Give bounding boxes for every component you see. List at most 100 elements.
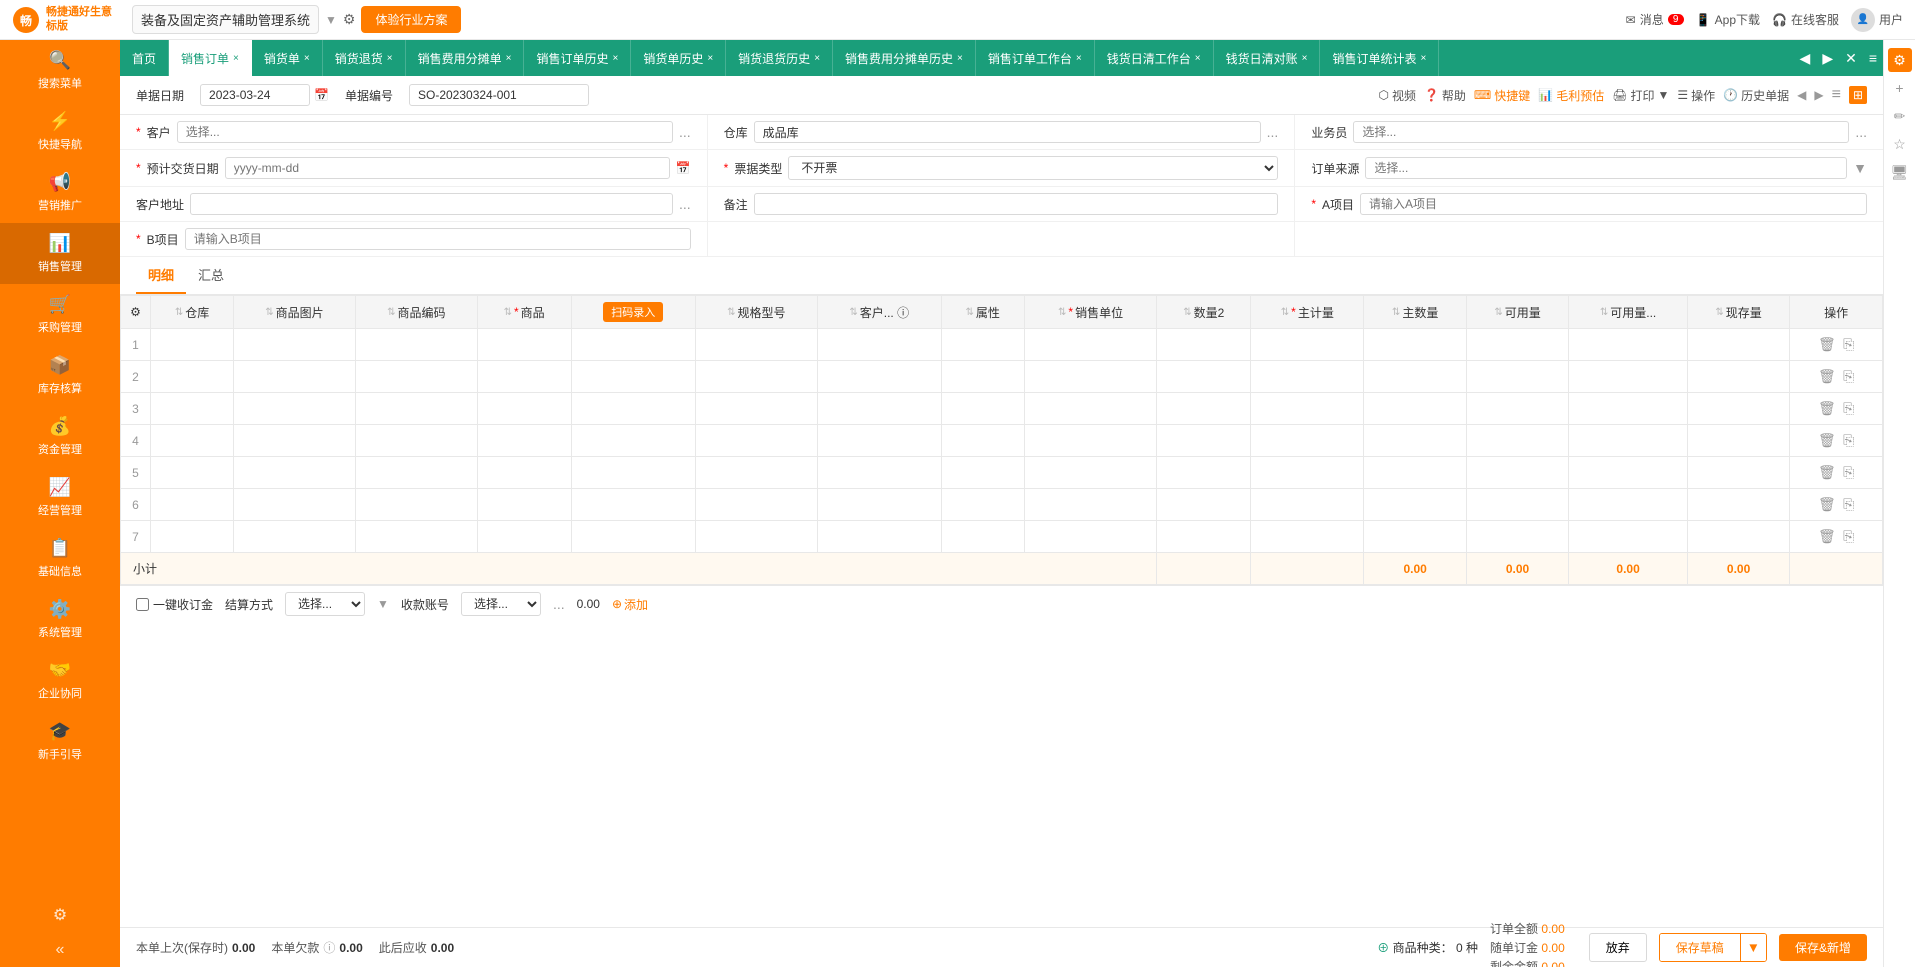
tab-close-icon[interactable]: ×	[506, 53, 512, 64]
help-btn[interactable]: ❓ 帮助	[1424, 87, 1466, 104]
delivery-calendar-icon[interactable]: 📅	[676, 161, 691, 175]
tab-sales-stats[interactable]: 销售订单统计表 ×	[1320, 40, 1439, 76]
col-warehouse[interactable]: ⇅ 仓库	[151, 296, 234, 329]
tab-close-icon[interactable]: ×	[387, 53, 393, 64]
app-download-btn[interactable]: 📱 App下载	[1696, 11, 1760, 28]
tab-close-icon[interactable]: ×	[814, 53, 820, 64]
tab-close-icon[interactable]: ×	[233, 53, 239, 64]
tab-sales-workbench[interactable]: 销售订单工作台 ×	[976, 40, 1095, 76]
col-available[interactable]: ⇅ 可用量	[1466, 296, 1568, 329]
salesperson-input[interactable]	[1353, 121, 1849, 143]
right-panel-plus-btn[interactable]: +	[1888, 76, 1912, 100]
view-btn[interactable]: ⬡ 视频	[1378, 87, 1416, 104]
one-click-check[interactable]	[136, 598, 149, 611]
col-code[interactable]: ⇅ 商品编码	[355, 296, 477, 329]
scan-btn[interactable]: 扫码录入	[603, 302, 663, 322]
row-delete-btn[interactable]: 🗑	[1816, 366, 1838, 387]
industry-btn[interactable]: 体验行业方案	[361, 6, 461, 33]
tab-close-icon[interactable]: ×	[1195, 53, 1201, 64]
sidebar-item-inventory[interactable]: 📦 库存核算	[0, 345, 120, 406]
tab-sales-fee-split[interactable]: 销售费用分摊单 ×	[406, 40, 525, 76]
tab-cash-reconcile[interactable]: 钱货日清对账 ×	[1214, 40, 1321, 76]
print-btn[interactable]: 🖨 打印 ▼	[1612, 87, 1669, 104]
warehouse-expand-icon[interactable]: ...	[1267, 124, 1279, 140]
date-input[interactable]	[200, 84, 310, 106]
sidebar-item-shortcut[interactable]: ⚡ 快捷导航	[0, 101, 120, 162]
tab-detail[interactable]: 明细	[136, 257, 186, 294]
salesperson-expand-icon[interactable]: ...	[1855, 124, 1867, 140]
tab-sales-order-history[interactable]: 销售订单历史 ×	[524, 40, 631, 76]
tab-sales-order[interactable]: 销售订单 ×	[169, 40, 252, 76]
tab-sales-slip[interactable]: 销货单 ×	[252, 40, 323, 76]
chevron-down-icon[interactable]: ▼	[325, 13, 337, 27]
warehouse-input[interactable]	[754, 121, 1261, 143]
order-no-input[interactable]	[409, 84, 589, 106]
tab-home[interactable]: 首页	[120, 40, 169, 76]
row-delete-btn[interactable]: 🗑	[1816, 430, 1838, 451]
tab-close-icon[interactable]: ×	[957, 53, 963, 64]
sidebar-item-finance[interactable]: 💰 资金管理	[0, 406, 120, 467]
row-delete-btn[interactable]: 🗑	[1816, 334, 1838, 355]
col-attr[interactable]: ⇅ 属性	[941, 296, 1024, 329]
project-b-input[interactable]	[185, 228, 691, 250]
account-select[interactable]: 选择...	[461, 592, 541, 616]
remark-input[interactable]	[754, 193, 1279, 215]
add-btn[interactable]: ⊕ 添加	[612, 596, 648, 613]
account-expand-icon[interactable]: ...	[553, 596, 565, 612]
col-available2[interactable]: ⇅ 可用量...	[1569, 296, 1688, 329]
sidebar-item-guide[interactable]: 🎓 新手引导	[0, 711, 120, 772]
save-draft-btn[interactable]: 保存草稿	[1660, 934, 1741, 961]
tab-close-icon[interactable]: ×	[1302, 53, 1308, 64]
tab-close-icon[interactable]: ×	[1420, 53, 1426, 64]
tab-summary[interactable]: 汇总	[186, 257, 236, 294]
tab-return-history[interactable]: 销货退货历史 ×	[726, 40, 833, 76]
delivery-date-input[interactable]	[225, 157, 670, 179]
row-delete-btn[interactable]: 🗑	[1816, 526, 1838, 547]
sidebar-item-marketing[interactable]: 📢 营销推广	[0, 162, 120, 223]
invoice-type-select[interactable]: 不开票	[788, 156, 1278, 180]
col-current[interactable]: ⇅ 现存量	[1687, 296, 1789, 329]
row-copy-btn[interactable]: ⎘	[1841, 430, 1856, 451]
profit-forecast-btn[interactable]: 📊 毛利预估	[1538, 87, 1604, 104]
calendar-icon[interactable]: 📅	[314, 88, 329, 102]
order-source-expand-icon[interactable]: ▼	[1853, 160, 1867, 176]
row-copy-btn[interactable]: ⎘	[1841, 462, 1856, 483]
operation-btn[interactable]: ☰ 操作	[1677, 87, 1715, 104]
customer-input[interactable]	[177, 121, 673, 143]
tab-sales-slip-history[interactable]: 销货单历史 ×	[631, 40, 726, 76]
message-btn[interactable]: ✉ 消息 9	[1626, 11, 1684, 28]
settings-gear-icon[interactable]: ⚙	[343, 11, 356, 28]
shortcut-btn[interactable]: ⌨ 快捷键	[1474, 87, 1530, 104]
col-main-unit[interactable]: ⇅ *主计量	[1251, 296, 1364, 329]
customer-expand-icon[interactable]: ...	[679, 124, 691, 140]
payment-dropdown-icon[interactable]: ▼	[377, 597, 389, 611]
tab-cash-workbench[interactable]: 钱货日清工作台 ×	[1095, 40, 1214, 76]
col-settings[interactable]: ⚙	[121, 296, 151, 329]
online-service-btn[interactable]: 🎧 在线客服	[1772, 11, 1839, 28]
row-delete-btn[interactable]: 🗑	[1816, 494, 1838, 515]
nav-prev-icon[interactable]: ◀	[1797, 88, 1806, 102]
row-copy-btn[interactable]: ⎘	[1841, 366, 1856, 387]
sidebar-item-system[interactable]: ⚙️ 系统管理	[0, 589, 120, 650]
tab-close-icon[interactable]: ×	[707, 53, 713, 64]
tab-next-btn[interactable]: ▶	[1816, 40, 1839, 76]
col-customer-code[interactable]: ⇅ 客户... ⓘ	[817, 296, 941, 329]
payment-method-select[interactable]: 选择...	[285, 592, 365, 616]
tab-close-all-btn[interactable]: ✕	[1839, 40, 1863, 76]
sidebar-settings-icon[interactable]: ⚙	[53, 905, 67, 925]
tab-prev-btn[interactable]: ◀	[1794, 40, 1817, 76]
project-a-input[interactable]	[1360, 193, 1867, 215]
right-panel-edit-btn[interactable]: ✏	[1888, 104, 1912, 128]
save-draft-dropdown-btn[interactable]: ▼	[1741, 934, 1766, 961]
address-expand-icon[interactable]: ...	[679, 196, 691, 212]
grid-view-icon[interactable]: ⊞	[1849, 86, 1867, 104]
row-copy-btn[interactable]: ⎘	[1841, 398, 1856, 419]
col-spec[interactable]: ⇅ 规格型号	[695, 296, 817, 329]
right-panel-monitor-btn[interactable]: 🖥	[1888, 160, 1912, 184]
user-btn[interactable]: 👤 用户	[1851, 8, 1903, 32]
sidebar-item-sales[interactable]: 📊 销售管理	[0, 223, 120, 284]
right-panel-settings-btn[interactable]: ⚙	[1888, 48, 1912, 72]
tab-close-icon[interactable]: ×	[1076, 53, 1082, 64]
nav-next-icon[interactable]: ▶	[1814, 88, 1823, 102]
sidebar-collapse-icon[interactable]: «	[56, 941, 65, 959]
